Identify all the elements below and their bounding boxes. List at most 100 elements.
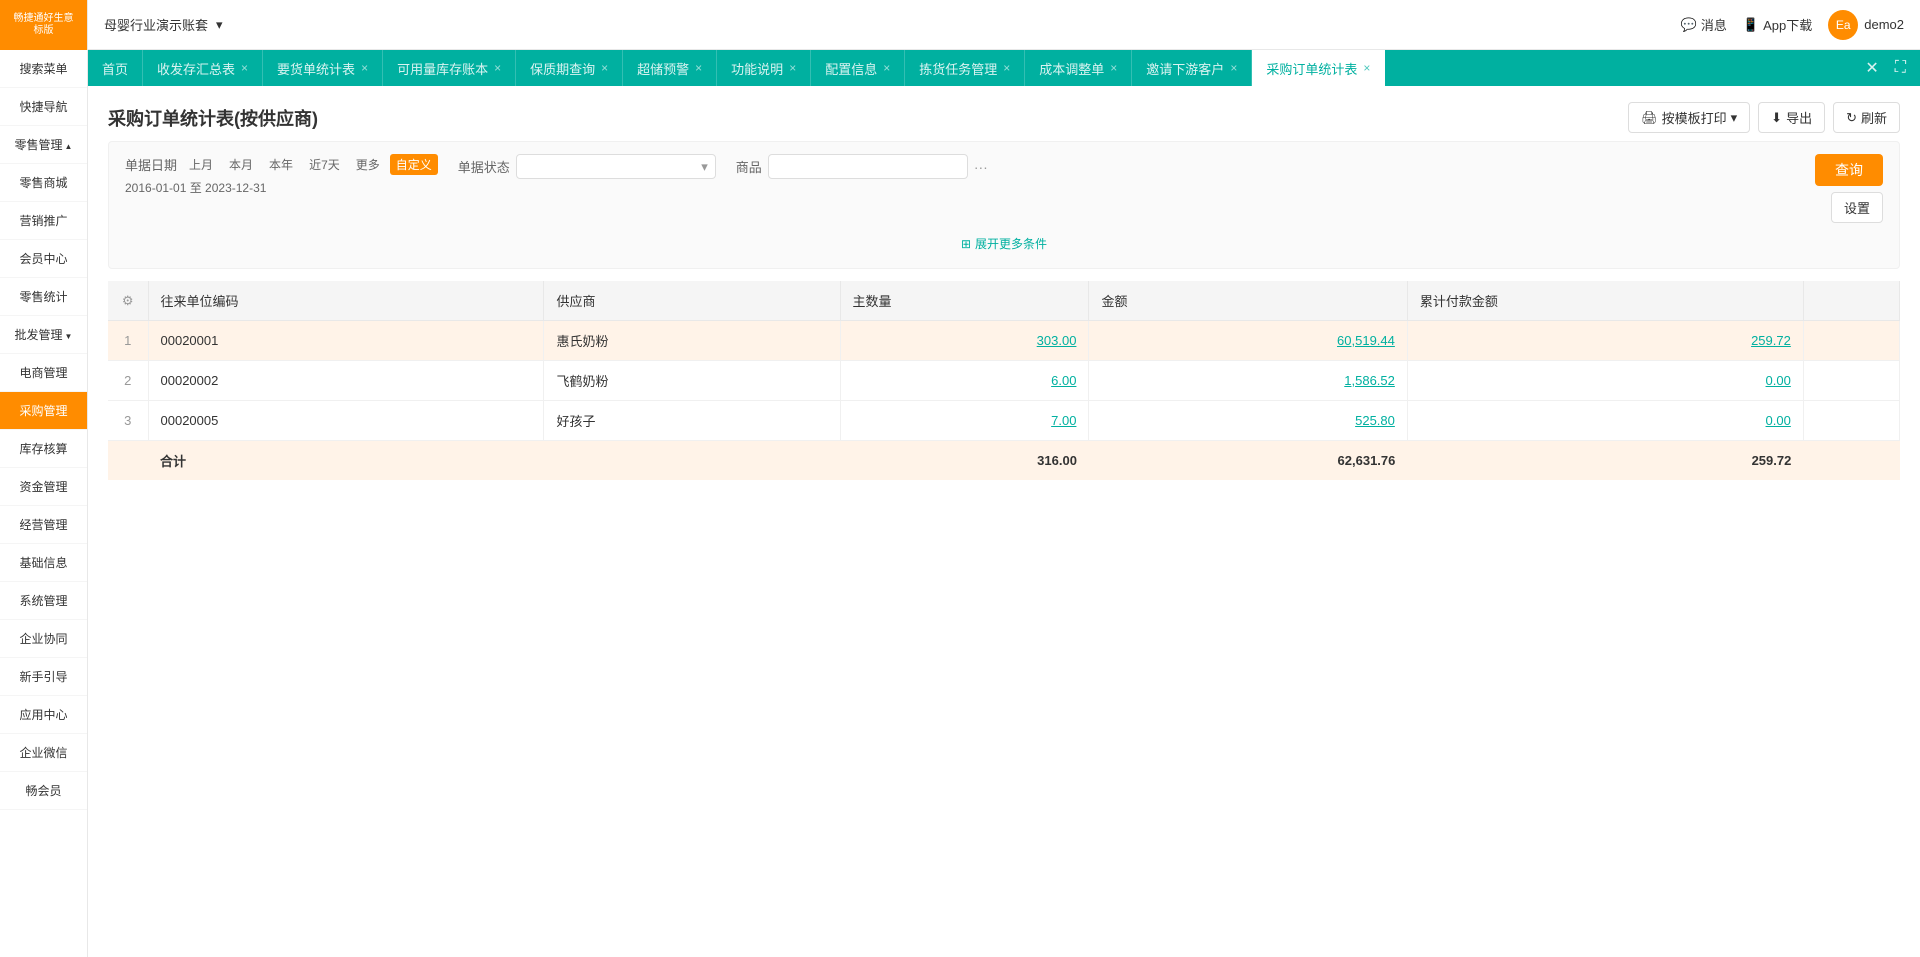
nav-tab-label: 拣货任务管理 [919,59,997,78]
nav-tab-close[interactable]: × [1363,61,1370,75]
sidebar-items: 搜索菜单快捷导航零售管理零售商城营销推广会员中心零售统计批发管理电商管理采购管理… [0,50,87,957]
sidebar-item-guide[interactable]: 新手引导 [0,658,87,696]
cell-qty[interactable]: 7.00 [840,401,1089,441]
date-btn-more[interactable]: 更多 [350,154,386,175]
sidebar-item-purchase[interactable]: 采购管理 [0,392,87,430]
sidebar-item-wholesale[interactable]: 批发管理 [0,316,87,354]
nav-tab-收发存汇总表[interactable]: 收发存汇总表 × [143,50,263,86]
sidebar-item-marketing[interactable]: 营销推广 [0,202,87,240]
sidebar-item-vip[interactable]: 畅会员 [0,772,87,810]
messages-button[interactable]: 💬 消息 [1681,15,1727,34]
sidebar-item-nav[interactable]: 快捷导航 [0,88,87,126]
sidebar-item-finance[interactable]: 资金管理 [0,468,87,506]
col-qty: 主数量 [840,281,1089,321]
sidebar-item-search[interactable]: 搜索菜单 [0,50,87,88]
date-btn-7days[interactable]: 近7天 [303,154,346,175]
cell-paid[interactable]: 0.00 [1407,361,1803,401]
status-filter: 单据状态 [458,154,716,179]
sidebar-item-collab[interactable]: 企业协同 [0,620,87,658]
search-button[interactable]: 查询 [1815,154,1883,186]
user-menu[interactable]: Ea demo2 [1828,10,1904,40]
sidebar-item-system[interactable]: 系统管理 [0,582,87,620]
nav-tab-要货单统计表[interactable]: 要货单统计表 × [263,50,383,86]
sidebar-item-basic[interactable]: 基础信息 [0,544,87,582]
nav-tab-close[interactable]: × [1230,61,1237,75]
nav-tab-采购订单统计表[interactable]: 采购订单统计表× [1252,50,1385,86]
sidebar-item-wechat[interactable]: 企业微信 [0,734,87,772]
cell-paid[interactable]: 259.72 [1407,321,1803,361]
sidebar-item-retail-shop[interactable]: 零售商城 [0,164,87,202]
date-btn-this-year[interactable]: 本年 [263,154,299,175]
date-btn-last-month[interactable]: 上月 [183,154,219,175]
cell-amount[interactable]: 1,586.52 [1089,361,1407,401]
nav-tab-close[interactable]: × [789,61,796,75]
app-download-button[interactable]: 📱 App下载 [1743,15,1812,34]
workspace-dropdown[interactable]: ▾ [216,17,223,33]
goods-more-icon[interactable]: ··· [974,159,988,175]
cell-extra [1803,401,1899,441]
footer-paid: 259.72 [1407,441,1803,481]
print-dropdown-icon: ▾ [1731,110,1738,126]
settings-button[interactable]: 设置 [1831,192,1883,223]
nav-tab-配置信息[interactable]: 配置信息 × [811,50,905,86]
nav-tab-label: 配置信息 [825,59,877,78]
export-label: 导出 [1786,108,1812,127]
col-code: 往来单位编码 [148,281,544,321]
sidebar: 畅捷通好生意 标版 搜索菜单快捷导航零售管理零售商城营销推广会员中心零售统计批发… [0,0,88,957]
sidebar-item-member[interactable]: 会员中心 [0,240,87,278]
nav-tab-label: 首页 [102,59,128,78]
date-btn-this-month[interactable]: 本月 [223,154,259,175]
nav-tab-邀请下游客户[interactable]: 邀请下游客户× [1132,50,1252,86]
date-btn-custom[interactable]: 自定义 [390,154,438,175]
table-row: 3 00020005 好孩子 7.00 525.80 0.00 [108,401,1900,441]
sidebar-item-operation[interactable]: 经营管理 [0,506,87,544]
nav-tab-可用量库存账本[interactable]: 可用量库存账本× [383,50,516,86]
nav-tab-close[interactable]: × [601,61,608,75]
nav-tab-拣货任务管理[interactable]: 拣货任务管理 × [905,50,1025,86]
cell-qty[interactable]: 6.00 [840,361,1089,401]
cell-amount[interactable]: 60,519.44 [1089,321,1407,361]
main-area: 母婴行业演示账套 ▾ 💬 消息 📱 App下载 Ea demo2 首页收发存汇总… [88,0,1920,957]
nav-tab-close[interactable]: × [883,61,890,75]
gear-icon[interactable]: ⚙ [122,293,134,308]
sidebar-item-appstore[interactable]: 应用中心 [0,696,87,734]
nav-tab-成本调整单[interactable]: 成本调整单 × [1025,50,1132,86]
nav-tab-label: 要货单统计表 [277,59,355,78]
col-paid: 累计付款金额 [1407,281,1803,321]
sidebar-item-retail[interactable]: 零售管理 [0,126,87,164]
nav-tab-label: 收发存汇总表 [157,59,235,78]
nav-tab-close[interactable]: × [1003,61,1010,75]
cell-amount[interactable]: 525.80 [1089,401,1407,441]
nav-tab-保质期查询[interactable]: 保质期查询 × [516,50,623,86]
nav-tab-功能说明[interactable]: 功能说明× [717,50,811,86]
cell-paid[interactable]: 0.00 [1407,401,1803,441]
goods-input[interactable] [768,154,968,179]
refresh-button[interactable]: ↻ 刷新 [1833,102,1900,133]
nav-tab-label: 保质期查询 [530,59,595,78]
nav-tab-超储预警[interactable]: 超储预警× [623,50,717,86]
cell-qty[interactable]: 303.00 [840,321,1089,361]
nav-tab-close[interactable]: × [361,61,368,75]
expand-icon: ⊞ [961,237,971,251]
nav-tab-close[interactable]: × [241,61,248,75]
sidebar-item-ecommerce[interactable]: 电商管理 [0,354,87,392]
footer-amount: 62,631.76 [1089,441,1407,481]
nav-tab-label: 成本调整单 [1039,59,1104,78]
date-filter-item: 单据日期 上月 本月 本年 近7天 更多 自定义 [125,154,438,175]
sidebar-item-inventory[interactable]: 库存核算 [0,430,87,468]
expand-button[interactable]: ⊞ 展开更多条件 [949,231,1059,256]
print-button[interactable]: 🖨 按模板打印 ▾ [1628,102,1750,133]
filter-actions: 查询 设置 [1815,154,1883,223]
print-icon: 🖨 [1641,110,1658,126]
print-label: 按模板打印 [1662,108,1727,127]
nav-tab-首页[interactable]: 首页 [88,50,143,86]
cell-extra [1803,361,1899,401]
maximize-button[interactable]: ⛶ [1889,57,1912,79]
nav-tab-close[interactable]: × [494,61,501,75]
export-button[interactable]: ⬇ 导出 [1758,102,1825,133]
status-select[interactable] [516,154,716,179]
nav-tab-close[interactable]: × [1110,61,1117,75]
sidebar-item-retail-stat[interactable]: 零售统计 [0,278,87,316]
close-tab-button[interactable]: ✕ [1859,56,1884,80]
nav-tab-close[interactable]: × [695,61,702,75]
